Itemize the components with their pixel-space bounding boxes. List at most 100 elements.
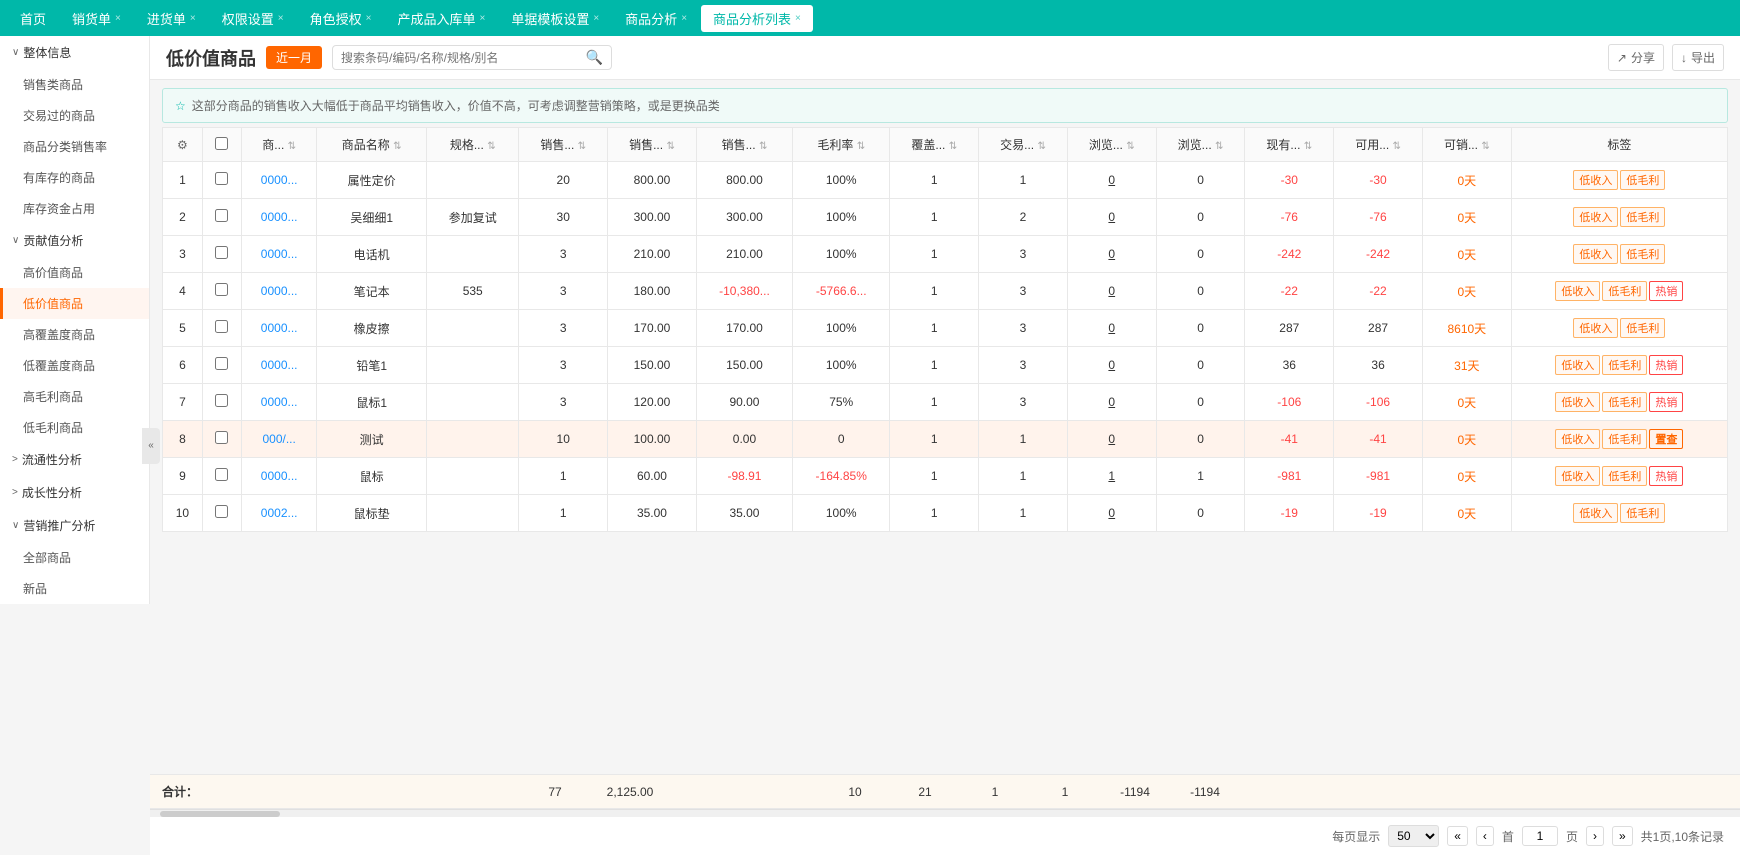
row-checkbox[interactable]: [215, 246, 228, 259]
views1-link[interactable]: 0: [1108, 358, 1115, 372]
sort-icon-sales-qty[interactable]: ⇅: [578, 141, 586, 152]
col-sales-amount[interactable]: 销售... ⇅: [696, 128, 792, 162]
row-checkbox[interactable]: [215, 357, 228, 370]
sort-icon-available[interactable]: ⇅: [1393, 141, 1401, 152]
gear-icon[interactable]: ⚙: [177, 138, 188, 152]
sort-icon-name[interactable]: ⇅: [393, 141, 401, 152]
sidebar-item-stocked-products[interactable]: 有库存的商品: [0, 162, 149, 193]
nav-close-purchase[interactable]: ×: [190, 13, 196, 24]
sort-icon-transaction[interactable]: ⇅: [1037, 141, 1045, 152]
sort-icon-spec[interactable]: ⇅: [487, 141, 495, 152]
page-next-button[interactable]: ›: [1586, 826, 1604, 846]
row-checkbox[interactable]: [215, 505, 228, 518]
sort-icon-views1[interactable]: ⇅: [1126, 141, 1134, 152]
nav-template-settings[interactable]: 单据模板设置 ×: [499, 5, 611, 32]
sidebar-section-marketing[interactable]: ∨ 营销推广分析: [0, 509, 149, 542]
row-checkbox[interactable]: [215, 320, 228, 333]
row-views1[interactable]: 0: [1067, 199, 1156, 236]
sort-icon-sales-amount[interactable]: ⇅: [759, 141, 767, 152]
row-views1[interactable]: 0: [1067, 273, 1156, 310]
export-button[interactable]: ↓ 导出: [1672, 44, 1724, 71]
page-prev-button[interactable]: ‹: [1476, 826, 1494, 846]
sort-icon-coverage[interactable]: ⇅: [949, 141, 957, 152]
nav-product-analysis[interactable]: 商品分析 ×: [613, 5, 699, 32]
sidebar-collapse-button[interactable]: «: [142, 428, 160, 464]
nav-close-template[interactable]: ×: [593, 13, 599, 24]
views1-link[interactable]: 0: [1108, 210, 1115, 224]
col-name[interactable]: 商品名称 ⇅: [317, 128, 427, 162]
search-input[interactable]: [341, 51, 586, 65]
nav-role-auth[interactable]: 角色授权 ×: [298, 5, 384, 32]
page-last-button[interactable]: »: [1612, 826, 1633, 846]
col-available-stock[interactable]: 可用... ⇅: [1334, 128, 1423, 162]
col-current-stock[interactable]: 现有... ⇅: [1245, 128, 1334, 162]
col-coverage[interactable]: 覆盖... ⇅: [890, 128, 979, 162]
sidebar-item-traded-products[interactable]: 交易过的商品: [0, 100, 149, 131]
sidebar-item-low-margin[interactable]: 低毛利商品: [0, 412, 149, 443]
views1-link[interactable]: 0: [1108, 173, 1115, 187]
row-views1[interactable]: 0: [1067, 162, 1156, 199]
row-views1[interactable]: 0: [1067, 347, 1156, 384]
sidebar-section-circulation[interactable]: > 流通性分析: [0, 443, 149, 476]
col-spec[interactable]: 规格... ⇅: [427, 128, 519, 162]
nav-close-analysis[interactable]: ×: [681, 13, 687, 24]
nav-close-sales[interactable]: ×: [115, 13, 121, 24]
sidebar-item-sales-products[interactable]: 销售类商品: [0, 69, 149, 100]
row-checkbox[interactable]: [215, 394, 228, 407]
row-views1[interactable]: 0: [1067, 310, 1156, 347]
sidebar-item-low-coverage[interactable]: 低覆盖度商品: [0, 350, 149, 381]
search-box[interactable]: 🔍: [332, 45, 612, 70]
views1-link[interactable]: 0: [1108, 247, 1115, 261]
sort-icon-sales-price[interactable]: ⇅: [666, 141, 674, 152]
sidebar-item-inventory-capital[interactable]: 库存资金占用: [0, 193, 149, 224]
table-container[interactable]: ⚙ 商... ⇅ 商品名称 ⇅ 规格... ⇅ 销售... ⇅ 销售... ⇅ …: [150, 127, 1740, 774]
page-number-input[interactable]: [1522, 826, 1558, 846]
nav-purchase-order[interactable]: 进货单 ×: [135, 5, 208, 32]
row-views1[interactable]: 1: [1067, 458, 1156, 495]
views1-link[interactable]: 0: [1108, 284, 1115, 298]
col-sellable[interactable]: 可销... ⇅: [1422, 128, 1511, 162]
horizontal-scrollbar[interactable]: [150, 809, 1740, 817]
page-size-select[interactable]: 50 100 200: [1388, 825, 1439, 847]
nav-close-list[interactable]: ×: [795, 13, 801, 24]
row-checkbox[interactable]: [215, 468, 228, 481]
col-margin[interactable]: 毛利率 ⇅: [793, 128, 890, 162]
sort-icon-stock[interactable]: ⇅: [1304, 141, 1312, 152]
views1-link[interactable]: 1: [1108, 469, 1115, 483]
row-views1[interactable]: 0: [1067, 495, 1156, 532]
sidebar-item-low-value[interactable]: 低价值商品: [0, 288, 149, 319]
sidebar-item-category-sales-rate[interactable]: 商品分类销售率: [0, 131, 149, 162]
page-first-button[interactable]: «: [1447, 826, 1468, 846]
sort-icon-views2[interactable]: ⇅: [1215, 141, 1223, 152]
nav-permissions[interactable]: 权限设置 ×: [210, 5, 296, 32]
views1-link[interactable]: 0: [1108, 432, 1115, 446]
sort-icon-id[interactable]: ⇅: [288, 141, 296, 152]
nav-analysis-list[interactable]: 商品分析列表 ×: [701, 5, 813, 32]
views1-link[interactable]: 0: [1108, 321, 1115, 335]
sort-icon-margin[interactable]: ⇅: [857, 141, 865, 152]
nav-close-product[interactable]: ×: [479, 13, 485, 24]
sidebar-item-new-products[interactable]: 新品: [0, 573, 149, 604]
sort-icon-sellable[interactable]: ⇅: [1481, 141, 1489, 152]
sidebar-section-growth[interactable]: > 成长性分析: [0, 476, 149, 509]
filter-recent-month-button[interactable]: 近一月: [266, 46, 322, 69]
scrollbar-thumb[interactable]: [160, 811, 280, 817]
views1-link[interactable]: 0: [1108, 395, 1115, 409]
sidebar-section-overall[interactable]: ∨ 整体信息: [0, 36, 149, 69]
col-views2[interactable]: 浏览... ⇅: [1156, 128, 1245, 162]
nav-close-role[interactable]: ×: [366, 13, 372, 24]
sidebar-item-all-products[interactable]: 全部商品: [0, 542, 149, 573]
row-views1[interactable]: 0: [1067, 421, 1156, 458]
sidebar-item-high-margin[interactable]: 高毛利商品: [0, 381, 149, 412]
col-id[interactable]: 商... ⇅: [242, 128, 317, 162]
nav-home[interactable]: 首页: [8, 5, 58, 32]
row-views1[interactable]: 0: [1067, 236, 1156, 273]
col-sales-price[interactable]: 销售... ⇅: [608, 128, 697, 162]
row-checkbox[interactable]: [215, 283, 228, 296]
nav-sales-order[interactable]: 销货单 ×: [60, 5, 133, 32]
col-views1[interactable]: 浏览... ⇅: [1067, 128, 1156, 162]
row-checkbox[interactable]: [215, 209, 228, 222]
nav-close-permissions[interactable]: ×: [278, 13, 284, 24]
nav-product-inbound[interactable]: 产成品入库单 ×: [385, 5, 497, 32]
row-views1[interactable]: 0: [1067, 384, 1156, 421]
